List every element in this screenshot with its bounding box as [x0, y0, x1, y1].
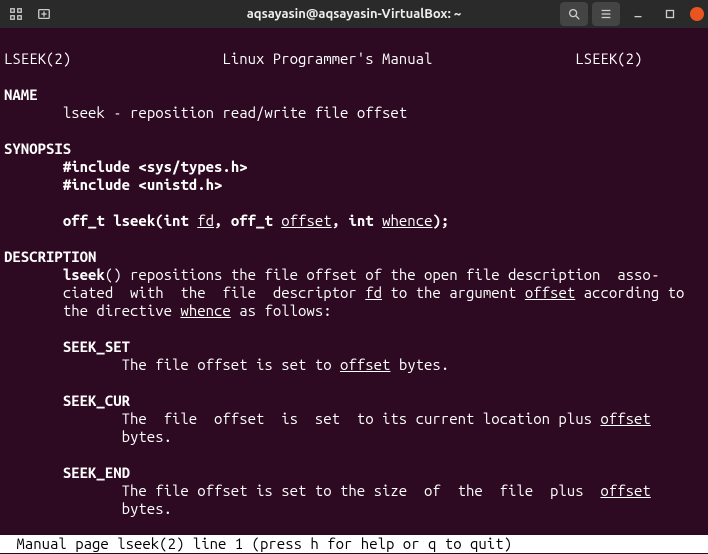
activities-icon[interactable] [4, 3, 28, 25]
proto-ret: off_t [63, 212, 113, 229]
desc-text: according to [575, 284, 684, 301]
man-statusbar: Manual page lseek(2) line 1 (press h for… [0, 535, 708, 553]
proto-type: off_t [231, 212, 281, 229]
desc-text: as follows: [231, 302, 332, 319]
man-header-left: LSEEK(2) [4, 50, 71, 67]
seek-set-text: bytes. [390, 356, 449, 373]
desc-fn: lseek [63, 266, 105, 283]
proto-fd: fd [197, 212, 214, 229]
desc-text: the directive [63, 302, 181, 319]
seek-cur-offset: offset [600, 410, 650, 427]
seek-end-text: The file offset is set to the size of th… [122, 482, 601, 499]
terminal-content[interactable]: LSEEK(2) Linux Programmer's Manual LSEEK… [0, 28, 708, 554]
proto-sep: , [214, 212, 231, 229]
section-name: NAME [4, 86, 38, 103]
desc-whence: whence [180, 302, 230, 319]
desc-text: ciated with the file descriptor [63, 284, 365, 301]
maximize-button[interactable] [656, 2, 684, 26]
proto-sep: , [332, 212, 349, 229]
seek-cur-text: bytes. [122, 428, 172, 445]
seek-cur-text: The file offset is set to its current lo… [122, 410, 601, 427]
seek-end-text: bytes. [122, 500, 172, 517]
include-line: #include <sys/types.h> [63, 158, 248, 175]
seek-set-label: SEEK_SET [63, 338, 130, 355]
close-icon [690, 7, 704, 21]
seek-set-offset: offset [340, 356, 390, 373]
proto-offset: offset [281, 212, 331, 229]
seek-end-offset: offset [600, 482, 650, 499]
include-line: #include <unistd.h> [63, 176, 223, 193]
desc-offset: offset [525, 284, 575, 301]
name-line: lseek - reposition read/write file offse… [63, 104, 407, 121]
proto-close: ); [433, 212, 450, 229]
seek-cur-label: SEEK_CUR [63, 392, 130, 409]
minimize-button[interactable] [624, 2, 652, 26]
proto-fn: lseek(int [113, 212, 197, 229]
close-button[interactable] [688, 2, 706, 26]
desc-text: () repositions the file offset of the op… [105, 266, 660, 283]
proto-whence: whence [382, 212, 432, 229]
menu-button[interactable] [592, 2, 620, 26]
desc-text: to the argument [382, 284, 525, 301]
window-titlebar: aqsayasin@aqsayasin-VirtualBox: ~ [0, 0, 708, 28]
search-button[interactable] [560, 2, 588, 26]
new-tab-button[interactable] [32, 3, 56, 25]
status-text: Manual page lseek(2) line 1 (press h for… [16, 535, 512, 552]
man-header-center: Linux Programmer's Manual [222, 50, 432, 67]
desc-fd: fd [365, 284, 382, 301]
section-description: DESCRIPTION [4, 248, 96, 265]
seek-set-text: The file offset is set to [122, 356, 340, 373]
proto-type: int [348, 212, 382, 229]
seek-end-label: SEEK_END [63, 464, 130, 481]
man-header-right: LSEEK(2) [575, 50, 642, 67]
section-synopsis: SYNOPSIS [4, 140, 71, 157]
